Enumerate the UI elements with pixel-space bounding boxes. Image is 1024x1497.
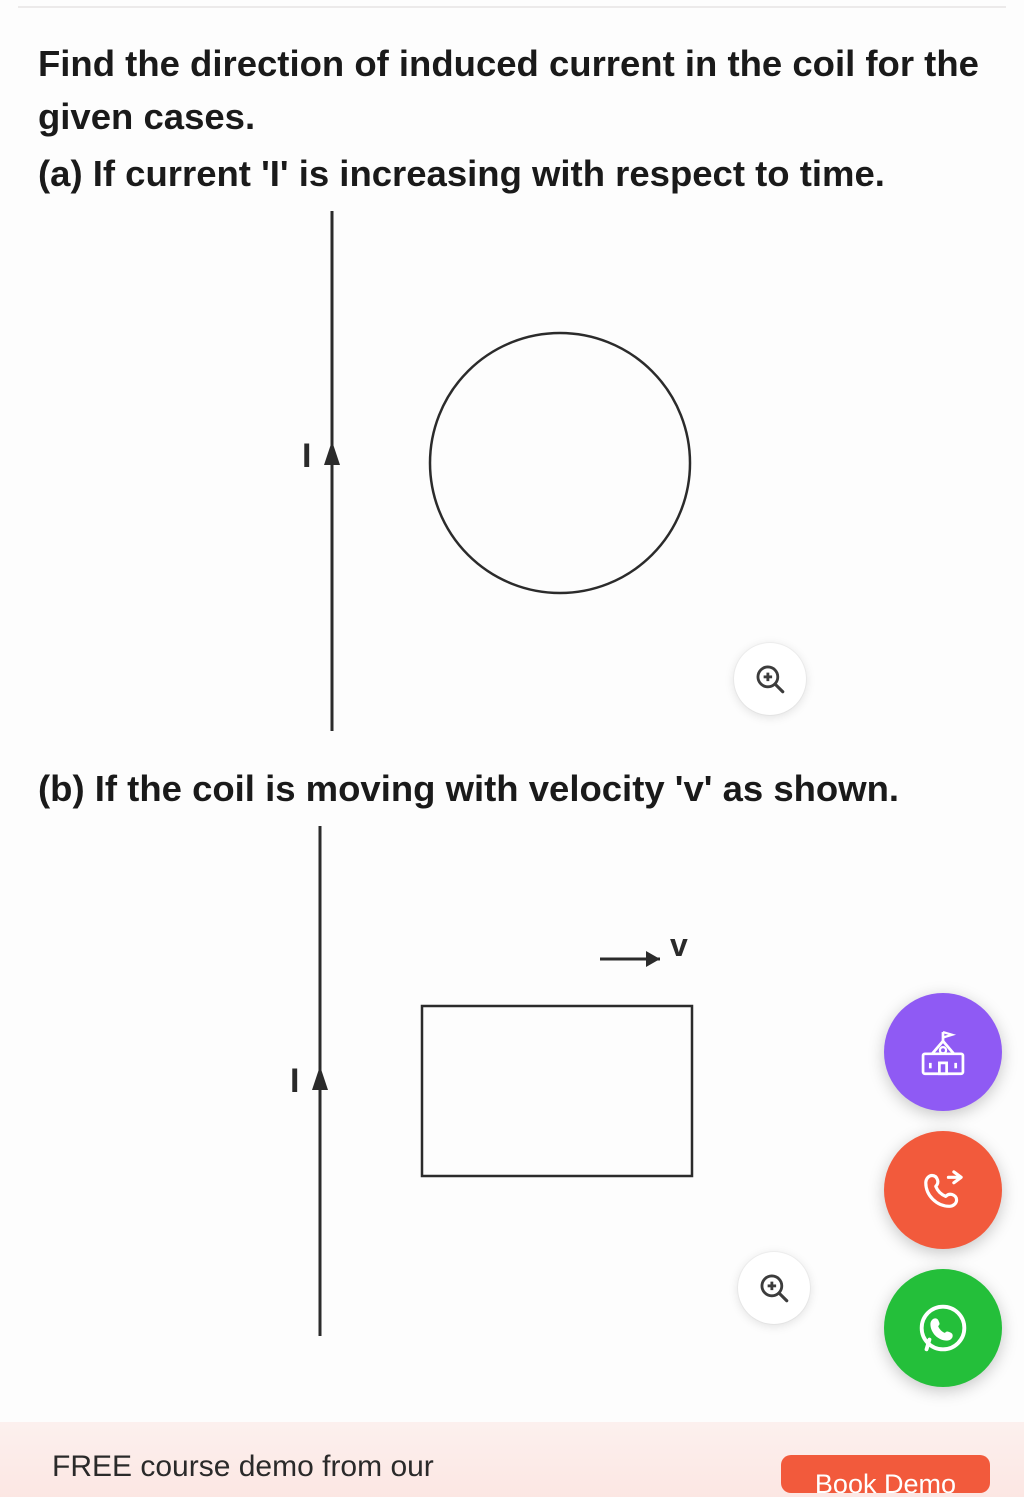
question-intro: Find the direction of induced current in… (38, 38, 986, 144)
bottom-banner: FREE course demo from our Book Demo (0, 1422, 1024, 1497)
diagram-b: I v (152, 826, 872, 1346)
zoom-button-b[interactable] (738, 1252, 810, 1324)
velocity-label: v (670, 927, 688, 963)
call-forward-icon (914, 1161, 972, 1219)
cta-label: Book Demo (815, 1469, 956, 1493)
zoom-button-a[interactable] (734, 643, 806, 715)
banner-text: FREE course demo from our (52, 1450, 434, 1484)
question-part-a: (a) If current 'I' is increasing with re… (38, 148, 986, 201)
school-icon (914, 1023, 972, 1081)
question-content: Find the direction of induced current in… (0, 8, 1024, 1346)
zoom-in-icon (753, 662, 787, 696)
zoom-in-icon (757, 1271, 791, 1305)
whatsapp-fab[interactable] (884, 1269, 1002, 1387)
call-fab[interactable] (884, 1131, 1002, 1249)
school-fab[interactable] (884, 993, 1002, 1111)
whatsapp-icon (912, 1297, 974, 1359)
current-label: I (302, 437, 311, 475)
current-label-b: I (290, 1062, 299, 1100)
book-demo-button[interactable]: Book Demo (781, 1455, 990, 1493)
diagram-a: I (152, 211, 872, 759)
question-part-b: (b) If the coil is moving with velocity … (38, 763, 986, 816)
fab-stack (884, 993, 1002, 1387)
